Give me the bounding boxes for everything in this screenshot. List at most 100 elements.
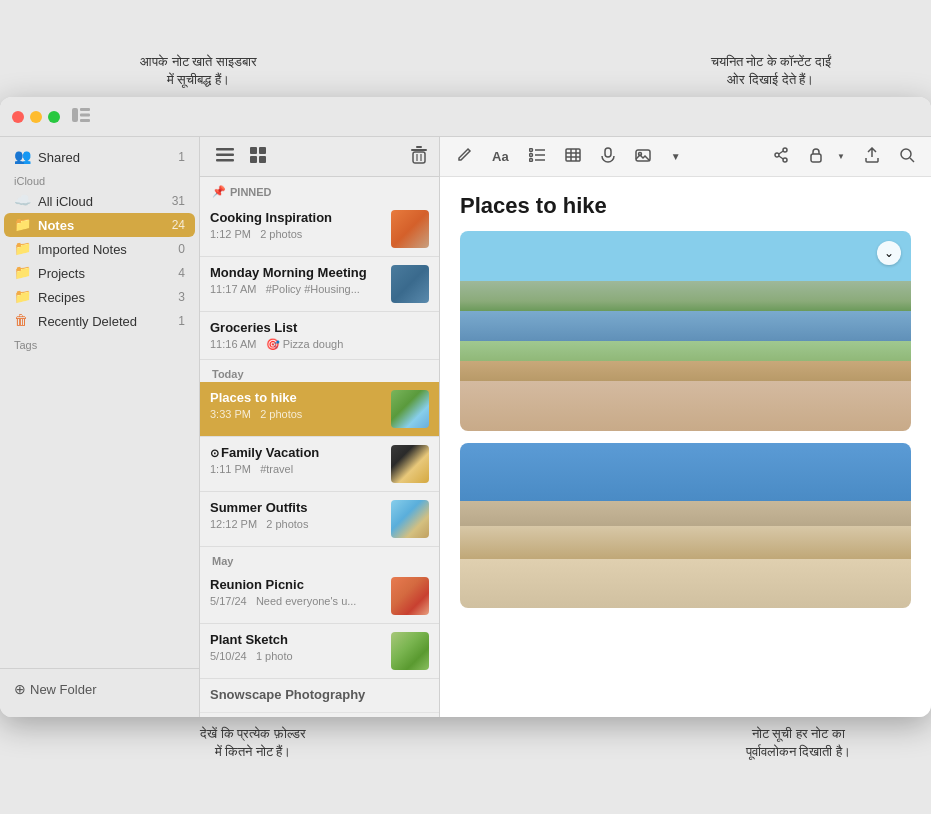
note-photo-2 xyxy=(460,443,911,608)
sidebar-section-icloud: iCloud xyxy=(0,169,199,189)
sidebar-item-recently-deleted[interactable]: 🗑 Recently Deleted 1 xyxy=(4,309,195,333)
sidebar-label-recipes: Recipes xyxy=(38,290,178,305)
sidebar-count-projects: 4 xyxy=(178,266,185,280)
new-folder-label: New Folder xyxy=(30,682,96,697)
sidebar-item-all-icloud[interactable]: ☁️ All iCloud 31 xyxy=(4,189,195,213)
sidebar-count-recipes: 3 xyxy=(178,290,185,304)
sidebar-label-imported-notes: Imported Notes xyxy=(38,242,178,257)
note-text-summer: Summer Outfits 12:12 PM 2 photos xyxy=(210,500,383,530)
note-item-summer[interactable]: Summer Outfits 12:12 PM 2 photos xyxy=(200,492,439,547)
note-meta-summer: 12:12 PM 2 photos xyxy=(210,518,383,530)
plus-icon: ⊕ xyxy=(14,681,26,697)
svg-point-18 xyxy=(529,153,532,156)
projects-icon: 📁 xyxy=(14,264,32,282)
note-item-reunion[interactable]: Reunion Picnic 5/17/24 Need everyone's u… xyxy=(200,569,439,624)
note-meta-plant: 5/10/24 1 photo xyxy=(210,650,383,662)
svg-point-31 xyxy=(783,148,787,152)
sidebar-label-shared: Shared xyxy=(38,150,178,165)
note-meta-places: 3:33 PM 2 photos xyxy=(210,408,383,420)
sidebar-item-shared[interactable]: 👥 Shared 1 xyxy=(4,145,195,169)
annotation-sidebar: आपके नोट खाते साइडबारमें सूचीबद्ध हैं। xyxy=(140,53,257,89)
checklist-icon[interactable] xyxy=(525,146,549,168)
sidebar-label-projects: Projects xyxy=(38,266,178,281)
svg-point-33 xyxy=(783,158,787,162)
sidebar: 👥 Shared 1 iCloud ☁️ All iCloud 31 📁 Not… xyxy=(0,137,200,717)
svg-rect-22 xyxy=(566,149,580,161)
note-meta-cooking: 1:12 PM 2 photos xyxy=(210,228,383,240)
sidebar-toggle-icon[interactable] xyxy=(72,108,90,126)
sidebar-label-notes: Notes xyxy=(38,218,172,233)
notes-folder-icon: 📁 xyxy=(14,216,32,234)
note-thumb-plant xyxy=(391,632,429,670)
notes-list-toolbar xyxy=(200,137,439,177)
note-meta-groceries: 11:16 AM 🎯 Pizza dough xyxy=(210,338,429,351)
svg-rect-10 xyxy=(259,156,266,163)
sidebar-item-notes[interactable]: 📁 Notes 24 xyxy=(4,213,195,237)
lock-icon[interactable] xyxy=(805,145,827,169)
close-button[interactable] xyxy=(12,111,24,123)
note-thumb-vacation xyxy=(391,445,429,483)
grid-view-button[interactable] xyxy=(246,145,270,169)
note-item-places[interactable]: Places to hike 3:33 PM 2 photos xyxy=(200,382,439,437)
table-icon[interactable] xyxy=(561,146,585,168)
note-title-meeting: Monday Morning Meeting xyxy=(210,265,383,282)
minimize-button[interactable] xyxy=(30,111,42,123)
note-text-vacation: ⊙Family Vacation 1:11 PM #travel xyxy=(210,445,383,475)
note-meta-reunion: 5/17/24 Need everyone's u... xyxy=(210,595,383,607)
may-section-label: May xyxy=(200,547,439,569)
search-icon[interactable] xyxy=(895,145,919,169)
notes-scroll-area[interactable]: 📌 Pinned Cooking Inspiration 1:12 PM 2 p… xyxy=(200,177,439,717)
svg-rect-8 xyxy=(259,147,266,154)
annotations-top: आपके नोट खाते साइडबारमें सूचीबद्ध हैं। च… xyxy=(0,53,931,97)
sidebar-item-recipes[interactable]: 📁 Recipes 3 xyxy=(4,285,195,309)
note-item-plant[interactable]: Plant Sketch 5/10/24 1 photo xyxy=(200,624,439,679)
today-section-label: Today xyxy=(200,360,439,382)
note-detail-title: Places to hike xyxy=(460,193,911,219)
sidebar-count-notes: 24 xyxy=(172,218,185,232)
svg-rect-36 xyxy=(811,154,821,162)
title-bar xyxy=(0,97,931,137)
audio-icon[interactable] xyxy=(597,145,619,169)
note-item-groceries[interactable]: Groceries List 11:16 AM 🎯 Pizza dough xyxy=(200,312,439,360)
sidebar-item-projects[interactable]: 📁 Projects 4 xyxy=(4,261,195,285)
svg-point-20 xyxy=(529,158,532,161)
note-item-vacation[interactable]: ⊙Family Vacation 1:11 PM #travel xyxy=(200,437,439,492)
chevron-down-toolbar-icon[interactable]: ▼ xyxy=(667,149,685,164)
export-icon[interactable] xyxy=(861,145,883,169)
shared-icon: 👥 xyxy=(14,148,32,166)
photo-icon[interactable] xyxy=(631,146,655,168)
app-window: 👥 Shared 1 iCloud ☁️ All iCloud 31 📁 Not… xyxy=(0,97,931,717)
share-link-icon[interactable] xyxy=(769,145,793,169)
annotations-bottom: देखें कि प्रत्येक फ़ोल्डरमें कितने नोट ह… xyxy=(0,717,931,761)
photo-expand-button[interactable]: ⌄ xyxy=(877,241,901,265)
delete-note-button[interactable] xyxy=(411,146,427,168)
note-meta-meeting: 11:17 AM #Policy #Housing... xyxy=(210,283,383,295)
note-item-snowscape[interactable]: Snowscape Photography xyxy=(200,679,439,713)
svg-rect-27 xyxy=(605,148,611,157)
new-folder-button[interactable]: ⊕ New Folder xyxy=(8,677,191,701)
list-view-button[interactable] xyxy=(212,146,238,168)
note-item-cooking[interactable]: Cooking Inspiration 1:12 PM 2 photos xyxy=(200,202,439,257)
note-title-summer: Summer Outfits xyxy=(210,500,383,517)
maximize-button[interactable] xyxy=(48,111,60,123)
note-item-meeting[interactable]: Monday Morning Meeting 11:17 AM #Policy … xyxy=(200,257,439,312)
shared-indicator: ⊙ xyxy=(210,447,219,459)
pin-icon: 📌 xyxy=(212,185,226,198)
note-thumb-meeting xyxy=(391,265,429,303)
svg-rect-2 xyxy=(80,113,90,116)
chevron-down-lock[interactable]: ▼ xyxy=(833,150,849,163)
note-detail-content[interactable]: Places to hike ⌄ xyxy=(440,177,931,717)
note-text-reunion: Reunion Picnic 5/17/24 Need everyone's u… xyxy=(210,577,383,607)
pinned-label: Pinned xyxy=(230,186,272,198)
note-title-places: Places to hike xyxy=(210,390,383,407)
note-detail-toolbar: Aa xyxy=(440,137,931,177)
note-text-snowscape: Snowscape Photography xyxy=(210,687,429,704)
font-size-icon[interactable]: Aa xyxy=(488,147,513,166)
svg-rect-13 xyxy=(413,152,425,163)
svg-rect-1 xyxy=(80,108,90,111)
sidebar-item-imported-notes[interactable]: 📁 Imported Notes 0 xyxy=(4,237,195,261)
imported-notes-icon: 📁 xyxy=(14,240,32,258)
svg-point-16 xyxy=(529,148,532,151)
svg-line-38 xyxy=(910,158,914,162)
compose-icon[interactable] xyxy=(452,145,476,169)
